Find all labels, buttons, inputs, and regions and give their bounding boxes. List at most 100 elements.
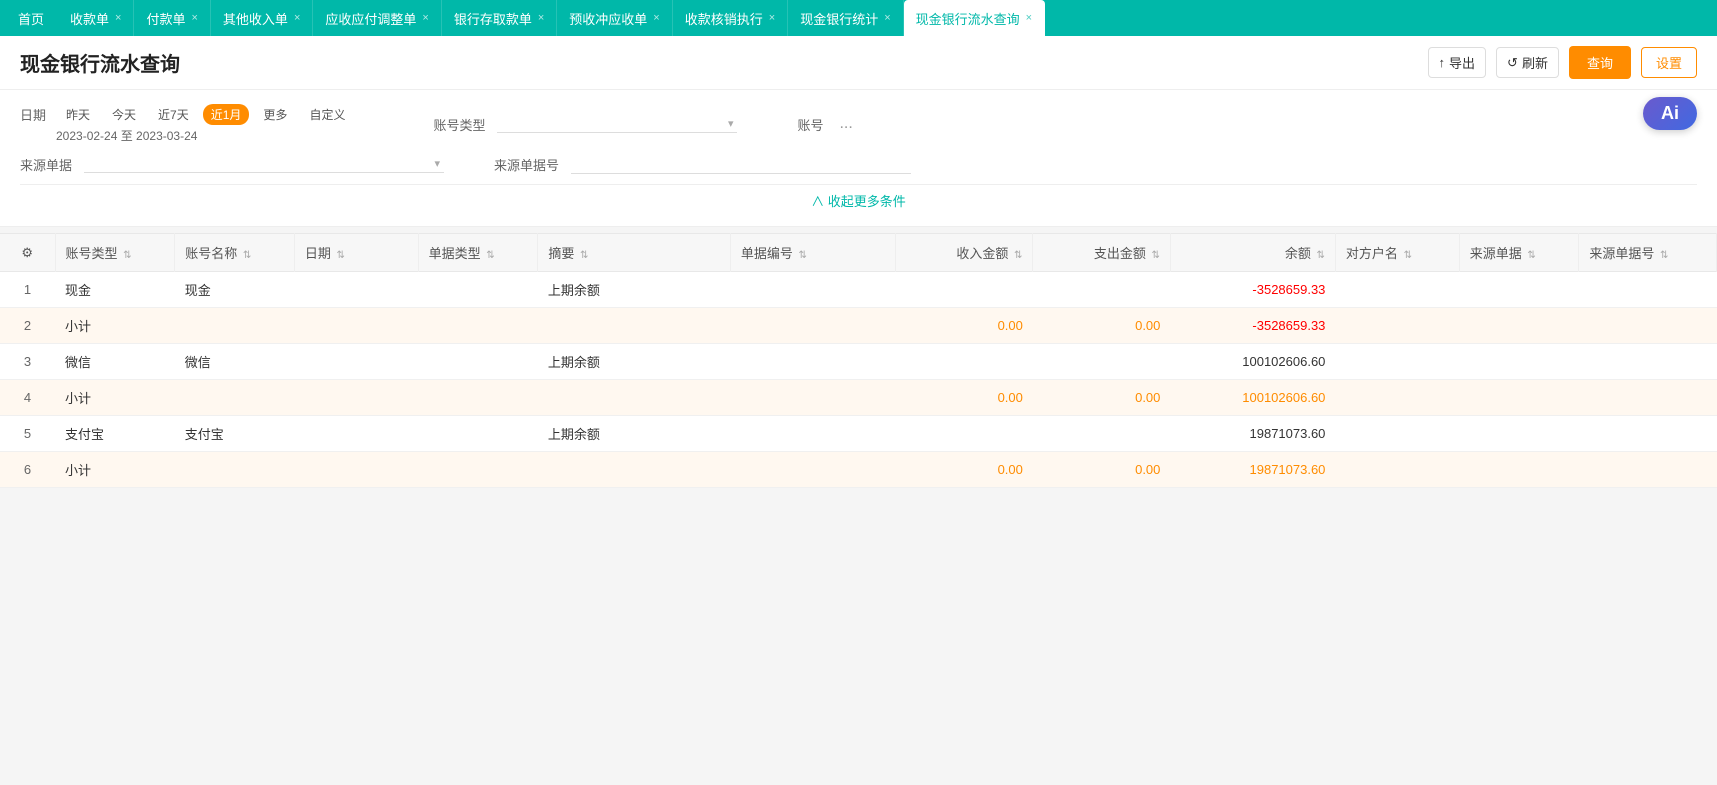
col-header-acct-type[interactable]: 账号类型 ⇅ xyxy=(55,234,175,272)
sort-icon: ⇅ xyxy=(1014,250,1022,261)
table-row: 6 小计 0.00 0.00 19871073.60 xyxy=(0,452,1717,488)
row-balance: -3528659.33 xyxy=(1170,308,1335,344)
date-opt-yesterday[interactable]: 昨天 xyxy=(58,104,98,125)
close-icon[interactable]: × xyxy=(294,12,300,24)
row-src-doc-num xyxy=(1579,308,1717,344)
collapse-bar[interactable]: ∧ 收起更多条件 xyxy=(20,184,1697,216)
date-opt-custom[interactable]: 自定义 xyxy=(301,104,353,125)
col-header-income[interactable]: 收入金额 ⇅ xyxy=(895,234,1033,272)
row-expense: 0.00 xyxy=(1033,380,1171,416)
row-num: 4 xyxy=(0,380,55,416)
row-date xyxy=(294,452,418,488)
sort-icon: ⇅ xyxy=(580,250,588,261)
date-range: 2023-02-24 至 2023-03-24 xyxy=(56,129,197,143)
close-icon[interactable]: × xyxy=(115,12,121,24)
col-header-acct-name[interactable]: 账号名称 ⇅ xyxy=(175,234,295,272)
row-acct-type: 微信 xyxy=(55,344,175,380)
ai-badge[interactable]: Ai xyxy=(1643,97,1697,130)
close-icon[interactable]: × xyxy=(422,12,428,24)
nav-tab-4[interactable]: 银行存取款单 × xyxy=(442,0,557,36)
table-row: 4 小计 0.00 0.00 100102606.60 xyxy=(0,380,1717,416)
row-src-doc xyxy=(1459,272,1579,308)
refresh-button[interactable]: ↺ 刷新 xyxy=(1496,47,1559,78)
date-opt-1month[interactable]: 近1月 xyxy=(203,104,250,125)
row-doc-num xyxy=(730,380,895,416)
settings-button[interactable]: 设置 xyxy=(1641,47,1697,78)
row-expense xyxy=(1033,344,1171,380)
close-icon[interactable]: × xyxy=(1026,12,1032,24)
row-acct-name xyxy=(175,380,295,416)
row-src-doc-num xyxy=(1579,452,1717,488)
col-header-summary[interactable]: 摘要 ⇅ xyxy=(538,234,731,272)
row-src-doc-num xyxy=(1579,344,1717,380)
nav-tab-6[interactable]: 收款核销执行 × xyxy=(673,0,788,36)
row-num: 5 xyxy=(0,416,55,452)
row-acct-type: 小计 xyxy=(55,308,175,344)
table-row: 2 小计 0.00 0.00 -3528659.33 xyxy=(0,308,1717,344)
col-header-date[interactable]: 日期 ⇅ xyxy=(294,234,418,272)
col-header-expense[interactable]: 支出金额 ⇅ xyxy=(1033,234,1171,272)
row-expense xyxy=(1033,272,1171,308)
row-doc-num xyxy=(730,272,895,308)
nav-tab-5[interactable]: 预收冲应收单 × xyxy=(557,0,672,36)
row-num: 1 xyxy=(0,272,55,308)
row-summary xyxy=(538,452,731,488)
date-opt-7days[interactable]: 近7天 xyxy=(150,104,197,125)
col-header-counterpart[interactable]: 对方户名 ⇅ xyxy=(1335,234,1459,272)
nav-tab-0[interactable]: 收款单 × xyxy=(58,0,134,36)
row-acct-name: 现金 xyxy=(175,272,295,308)
date-opt-today[interactable]: 今天 xyxy=(104,104,144,125)
account-more-button[interactable]: ... xyxy=(835,115,856,133)
row-src-doc-num xyxy=(1579,272,1717,308)
source-doc-num-input[interactable] xyxy=(571,154,911,174)
date-opt-more[interactable]: 更多 xyxy=(255,104,295,125)
col-header-balance[interactable]: 余额 ⇅ xyxy=(1170,234,1335,272)
close-icon[interactable]: × xyxy=(653,12,659,24)
nav-tab-2[interactable]: 其他收入单 × xyxy=(211,0,313,36)
close-icon[interactable]: × xyxy=(538,12,544,24)
nav-home[interactable]: 首页 xyxy=(4,0,58,36)
nav-tab-3[interactable]: 应收应付调整单 × xyxy=(313,0,441,36)
sort-icon: ⇅ xyxy=(799,250,807,261)
row-counterpart xyxy=(1335,452,1459,488)
row-src-doc xyxy=(1459,416,1579,452)
table-row: 1 现金 现金 上期余额 -3528659.33 xyxy=(0,272,1717,308)
query-button[interactable]: 查询 xyxy=(1569,46,1631,79)
gear-col-header: ⚙ xyxy=(0,234,55,272)
col-header-doc-num[interactable]: 单据编号 ⇅ xyxy=(730,234,895,272)
row-date xyxy=(294,272,418,308)
col-header-src-doc[interactable]: 来源单据 ⇅ xyxy=(1459,234,1579,272)
row-income xyxy=(895,272,1033,308)
row-num: 3 xyxy=(0,344,55,380)
nav-tab-7[interactable]: 现金银行统计 × xyxy=(788,0,903,36)
source-doc-label: 来源单据 xyxy=(20,155,72,174)
gear-icon[interactable]: ⚙ xyxy=(21,245,33,260)
col-header-src-doc-num[interactable]: 来源单据号 ⇅ xyxy=(1579,234,1717,272)
close-icon[interactable]: × xyxy=(191,12,197,24)
sort-icon: ⇅ xyxy=(337,250,345,261)
row-counterpart xyxy=(1335,308,1459,344)
row-acct-type: 支付宝 xyxy=(55,416,175,452)
row-doc-num xyxy=(730,344,895,380)
row-doc-num xyxy=(730,416,895,452)
row-summary xyxy=(538,380,731,416)
row-acct-type: 小计 xyxy=(55,380,175,416)
close-icon[interactable]: × xyxy=(769,12,775,24)
row-num: 2 xyxy=(0,308,55,344)
row-date xyxy=(294,416,418,452)
row-acct-name: 支付宝 xyxy=(175,416,295,452)
sort-icon: ⇅ xyxy=(243,250,251,261)
row-balance: 19871073.60 xyxy=(1170,452,1335,488)
account-type-label: 账号类型 xyxy=(433,115,485,134)
sort-icon: ⇅ xyxy=(1660,250,1668,261)
row-doc-type xyxy=(418,272,538,308)
account-type-select[interactable]: ▾ xyxy=(497,115,737,133)
close-icon[interactable]: × xyxy=(884,12,890,24)
nav-tab-1[interactable]: 付款单 × xyxy=(134,0,210,36)
col-header-doc-type[interactable]: 单据类型 ⇅ xyxy=(418,234,538,272)
nav-tab-8[interactable]: 现金银行流水查询 × xyxy=(904,0,1045,36)
row-expense: 0.00 xyxy=(1033,452,1171,488)
source-doc-select[interactable]: ▾ xyxy=(84,155,444,173)
row-num: 6 xyxy=(0,452,55,488)
export-button[interactable]: ↑ 导出 xyxy=(1428,47,1487,78)
